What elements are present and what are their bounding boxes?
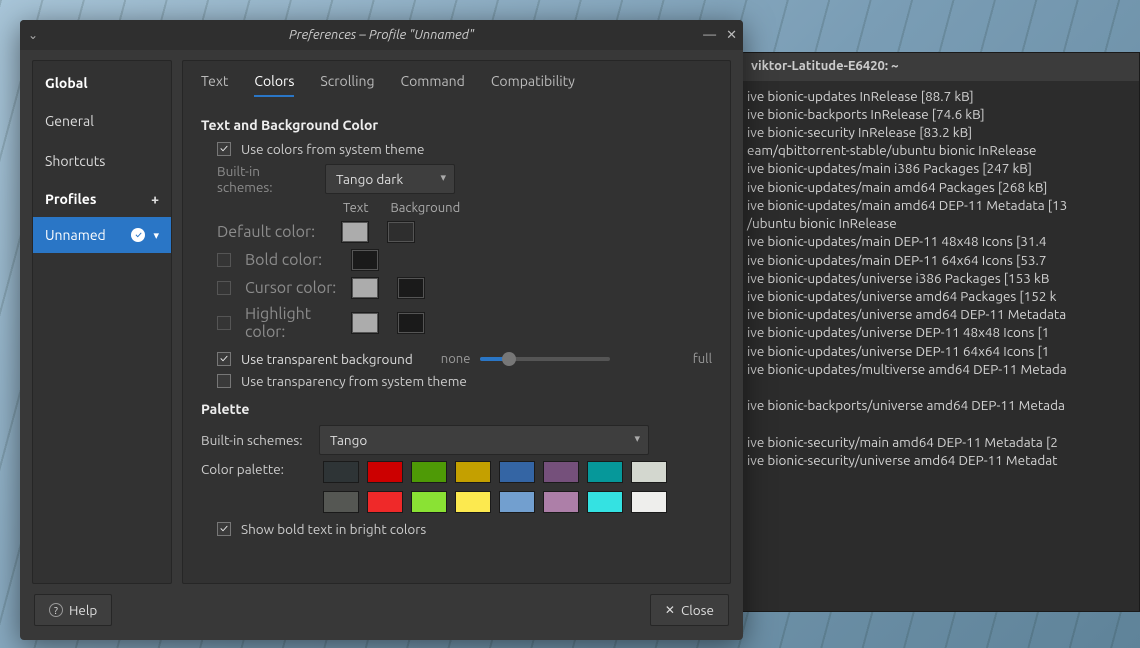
tabs: Text Colors Scrolling Command Compatibil… <box>201 61 712 105</box>
swatch-highlight-text[interactable] <box>351 312 379 334</box>
label-use-system-colors: Use colors from system theme <box>241 141 424 157</box>
tab-compatibility[interactable]: Compatibility <box>491 73 575 97</box>
close-x-icon: ✕ <box>665 603 675 617</box>
palette-grid <box>323 461 673 513</box>
checkbox-use-system-colors[interactable] <box>217 142 231 156</box>
label-cursor-color: Cursor color: <box>245 279 337 297</box>
palette-swatch-8[interactable] <box>323 491 359 513</box>
close-button[interactable]: ✕ Close <box>650 594 729 626</box>
palette-swatch-2[interactable] <box>411 461 447 483</box>
swatch-bold-text[interactable] <box>351 249 379 271</box>
window-menu-icon[interactable]: ⌄ <box>28 28 38 42</box>
swatch-highlight-bg[interactable] <box>397 312 425 334</box>
col-header-text: Text <box>343 201 368 215</box>
tab-text[interactable]: Text <box>201 73 228 97</box>
palette-swatch-6[interactable] <box>587 461 623 483</box>
palette-swatch-4[interactable] <box>499 461 535 483</box>
terminal-output: ive bionic-updates InRelease [88.7 kB] i… <box>741 81 1139 476</box>
checkbox-transparent-bg[interactable] <box>217 352 231 366</box>
checkbox-bold-color[interactable] <box>217 253 231 267</box>
palette-swatch-9[interactable] <box>367 491 403 513</box>
palette-swatch-13[interactable] <box>543 491 579 513</box>
swatch-cursor-text[interactable] <box>351 277 379 299</box>
close-button-label: Close <box>681 602 714 618</box>
terminal-window: viktor-Latitude-E6420: ~ ive bionic-upda… <box>740 52 1140 612</box>
checkbox-cursor-color[interactable] <box>217 281 231 295</box>
label-transparent-bg: Use transparent background <box>241 351 413 367</box>
transparency-slider[interactable] <box>480 357 610 361</box>
label-color-palette: Color palette: <box>201 461 309 477</box>
section-text-bg: Text and Background Color <box>201 117 712 133</box>
tab-colors[interactable]: Colors <box>254 73 294 97</box>
window-title: Preferences – Profile "Unnamed" <box>20 28 743 42</box>
tab-command[interactable]: Command <box>401 73 465 97</box>
label-palette-schemes: Built-in schemes: <box>201 432 309 448</box>
profile-name: Unnamed <box>45 227 106 243</box>
titlebar: ⌄ Preferences – Profile "Unnamed" — ✕ <box>20 20 743 50</box>
palette-swatch-3[interactable] <box>455 461 491 483</box>
swatch-default-bg[interactable] <box>387 221 415 243</box>
palette-swatch-7[interactable] <box>631 461 667 483</box>
minimize-icon[interactable]: — <box>703 28 716 43</box>
label-none: none <box>441 352 471 366</box>
palette-swatch-14[interactable] <box>587 491 623 513</box>
swatch-cursor-bg[interactable] <box>397 277 425 299</box>
terminal-title: viktor-Latitude-E6420: ~ <box>741 53 1139 81</box>
select-palette-scheme[interactable]: Tango <box>319 425 649 455</box>
label-full: full <box>693 352 712 366</box>
palette-swatch-1[interactable] <box>367 461 403 483</box>
palette-swatch-11[interactable] <box>455 491 491 513</box>
sidebar-profile-selected[interactable]: Unnamed ✓ ▾ <box>33 217 171 253</box>
checkbox-transparency-theme[interactable] <box>217 374 231 388</box>
sidebar-item-shortcuts[interactable]: Shortcuts <box>33 141 171 181</box>
sidebar: Global General Shortcuts Profiles + Unna… <box>32 60 172 584</box>
preferences-dialog: ⌄ Preferences – Profile "Unnamed" — ✕ Gl… <box>20 20 743 640</box>
section-palette: Palette <box>201 401 712 417</box>
palette-swatch-15[interactable] <box>631 491 667 513</box>
palette-swatch-12[interactable] <box>499 491 535 513</box>
chevron-down-icon[interactable]: ▾ <box>153 229 159 242</box>
col-header-background: Background <box>390 201 460 215</box>
help-button-label: Help <box>69 602 97 618</box>
checkbox-highlight-color[interactable] <box>217 316 231 330</box>
help-button[interactable]: ? Help <box>34 594 112 626</box>
label-default-color: Default color: <box>217 223 327 241</box>
label-builtin-schemes: Built-in schemes: <box>217 163 315 195</box>
sidebar-heading-profiles: Profiles <box>45 191 96 207</box>
help-icon: ? <box>49 603 63 617</box>
swatch-default-text[interactable] <box>341 221 369 243</box>
check-circle-icon: ✓ <box>131 228 145 242</box>
palette-swatch-10[interactable] <box>411 491 447 513</box>
sidebar-item-general[interactable]: General <box>33 101 171 141</box>
label-bold-bright: Show bold text in bright colors <box>241 521 426 537</box>
sidebar-heading-global: Global <box>33 65 171 101</box>
label-transparency-theme: Use transparency from system theme <box>241 373 467 389</box>
palette-swatch-5[interactable] <box>543 461 579 483</box>
label-bold-color: Bold color: <box>245 251 337 269</box>
tab-scrolling[interactable]: Scrolling <box>320 73 374 97</box>
close-icon[interactable]: ✕ <box>726 28 737 43</box>
label-highlight-color: Highlight color: <box>245 305 337 341</box>
main-panel: Text Colors Scrolling Command Compatibil… <box>182 60 731 584</box>
palette-swatch-0[interactable] <box>323 461 359 483</box>
add-profile-icon[interactable]: + <box>151 191 159 207</box>
select-color-scheme[interactable]: Tango dark <box>325 164 455 194</box>
checkbox-bold-bright[interactable] <box>217 522 231 536</box>
